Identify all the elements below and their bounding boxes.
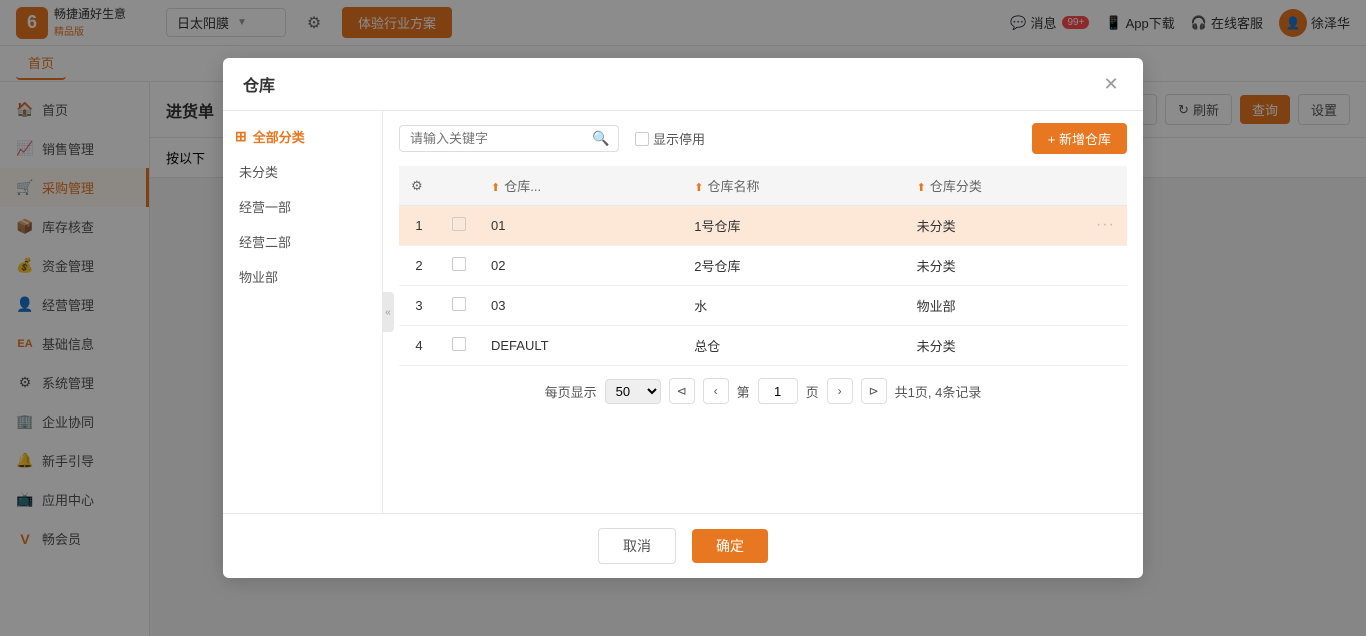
category-item-unclassified[interactable]: 未分类 (223, 154, 382, 189)
category-header-label: 全部分类 (253, 127, 305, 146)
disabled-checkbox[interactable] (635, 132, 649, 146)
search-box[interactable]: 🔍 (399, 125, 619, 152)
page-input[interactable] (758, 378, 798, 404)
row-category-1: 未分类 ··· (905, 206, 1127, 246)
row-index: 4 (399, 326, 439, 366)
row-category-2: 未分类 (905, 246, 1127, 286)
search-input[interactable] (410, 131, 586, 146)
modal-close-button[interactable]: ✕ (1099, 72, 1123, 96)
page-unit: 页 (806, 382, 819, 401)
row-category-3: 物业部 (905, 286, 1127, 326)
first-page-button[interactable]: ⊲ (669, 378, 695, 404)
category-item-property[interactable]: 物业部 (223, 259, 382, 294)
th-gear: ⚙ (399, 166, 439, 206)
table-row[interactable]: 2 02 2号仓库 未分类 (399, 246, 1127, 286)
add-warehouse-button[interactable]: + 新增仓库 (1032, 123, 1127, 154)
row-name-1: 1号仓库 (682, 206, 904, 246)
row-name-3: 水 (682, 286, 904, 326)
sort-icon-code: ⬆ (491, 182, 500, 194)
modal-header: 仓库 ✕ (223, 58, 1143, 111)
table-row[interactable]: 1 01 1号仓库 未分类 ··· (399, 206, 1127, 246)
table-toolbar: 🔍 显示停用 + 新增仓库 (399, 123, 1127, 154)
row-checkbox-4[interactable] (452, 337, 466, 351)
row-category-4: 未分类 (905, 326, 1127, 366)
row-code-3: 03 (479, 286, 682, 326)
row-checkbox-2[interactable] (452, 257, 466, 271)
category-header: ⊞ 全部分类 (223, 119, 382, 154)
category-item-ops2[interactable]: 经营二部 (223, 224, 382, 259)
show-disabled-label: 显示停用 (653, 129, 705, 148)
cancel-button[interactable]: 取消 (598, 528, 676, 564)
row-checkbox-1[interactable] (452, 217, 466, 231)
category-panel: ⊞ 全部分类 « 未分类 经营一部 经营二部 物业部 (223, 111, 383, 513)
row-index: 3 (399, 286, 439, 326)
grid-icon: ⊞ (235, 128, 247, 145)
table-row[interactable]: 3 03 水 物业部 (399, 286, 1127, 326)
collapse-button[interactable]: « (382, 292, 394, 332)
modal-title: 仓库 (243, 72, 275, 96)
modal-footer: 取消 确定 (223, 513, 1143, 578)
show-disabled-checkbox[interactable]: 显示停用 (635, 129, 705, 148)
last-page-button[interactable]: ⊳ (861, 378, 887, 404)
total-info: 共1页, 4条记录 (895, 382, 982, 401)
row-checkbox-3[interactable] (452, 297, 466, 311)
row-index: 1 (399, 206, 439, 246)
pagination: 每页显示 50 100 ⊲ ‹ 第 页 › ⊳ 共1页, 4条记录 (399, 366, 1127, 404)
prev-page-button[interactable]: ‹ (703, 378, 729, 404)
modal-body: ⊞ 全部分类 « 未分类 经营一部 经营二部 物业部 🔍 (223, 111, 1143, 513)
warehouse-table: ⚙ ⬆仓库... ⬆仓库名称 ⬆仓库分类 (399, 166, 1127, 366)
th-check (439, 166, 479, 206)
th-code: ⬆仓库... (479, 166, 682, 206)
table-panel: 🔍 显示停用 + 新增仓库 ⚙ (383, 111, 1143, 513)
modal-overlay: 仓库 ✕ ⊞ 全部分类 « 未分类 经营一部 经营二部 物业部 (0, 0, 1366, 636)
row-code-1: 01 (479, 206, 682, 246)
category-item-ops1[interactable]: 经营一部 (223, 189, 382, 224)
table-row[interactable]: 4 DEFAULT 总仓 未分类 (399, 326, 1127, 366)
row-code-2: 02 (479, 246, 682, 286)
row-name-2: 2号仓库 (682, 246, 904, 286)
search-icon: 🔍 (592, 130, 609, 147)
per-page-select[interactable]: 50 100 (605, 379, 661, 404)
confirm-button[interactable]: 确定 (692, 529, 768, 563)
per-page-label: 每页显示 (545, 382, 597, 401)
row-code-4: DEFAULT (479, 326, 682, 366)
th-category: ⬆仓库分类 (905, 166, 1127, 206)
next-page-button[interactable]: › (827, 378, 853, 404)
row-action-dots-1[interactable]: ··· (1096, 216, 1115, 234)
page-label: 第 (737, 382, 750, 401)
warehouse-modal: 仓库 ✕ ⊞ 全部分类 « 未分类 经营一部 经营二部 物业部 (223, 58, 1143, 578)
th-name: ⬆仓库名称 (682, 166, 904, 206)
row-name-4: 总仓 (682, 326, 904, 366)
row-index: 2 (399, 246, 439, 286)
sort-icon-name: ⬆ (694, 182, 703, 194)
sort-icon-category: ⬆ (917, 182, 926, 194)
